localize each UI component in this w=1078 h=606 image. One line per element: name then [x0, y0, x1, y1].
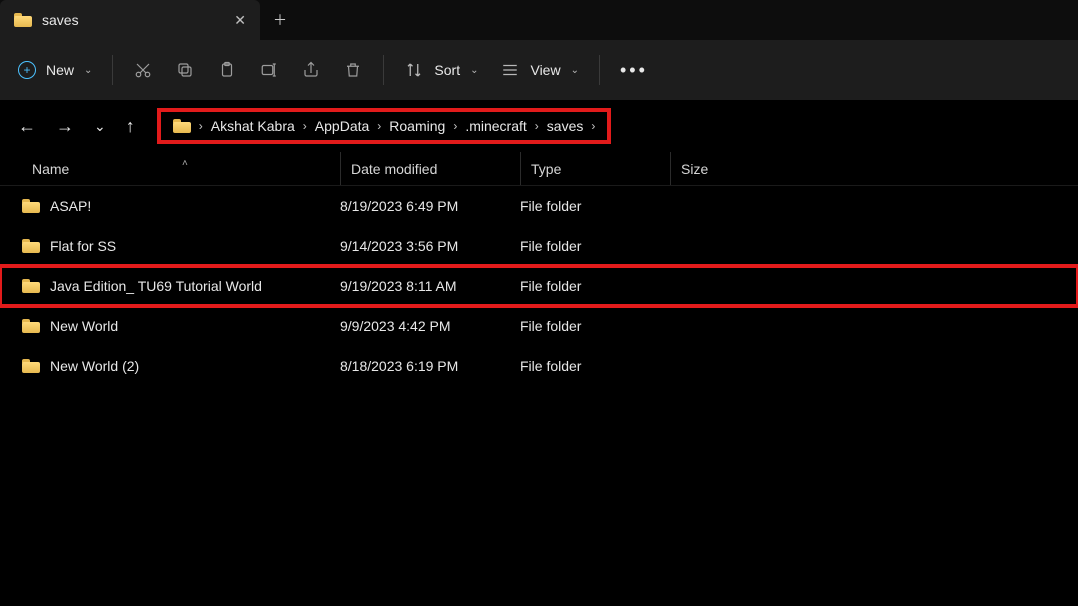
sort-button-label: Sort [434, 62, 460, 78]
column-label: Date modified [351, 161, 437, 177]
column-label: Size [681, 161, 708, 177]
view-icon [500, 60, 520, 80]
file-name: ASAP! [50, 198, 91, 214]
chevron-right-icon: › [199, 119, 203, 133]
breadcrumb-item[interactable]: Akshat Kabra [211, 118, 295, 134]
breadcrumb-label: saves [547, 118, 584, 134]
column-headers: Name ˄ Date modified Type Size [0, 152, 1078, 186]
breadcrumb-label: AppData [315, 118, 369, 134]
table-row[interactable]: New World 9/9/2023 4:42 PMFile folder [0, 306, 1078, 346]
tab-strip: saves ✕ ＋ [0, 0, 1078, 40]
file-type-cell: File folder [520, 198, 670, 214]
folder-icon [22, 239, 40, 253]
chevron-down-icon: ⌄ [470, 65, 478, 76]
rename-icon[interactable] [259, 60, 279, 80]
file-type-cell: File folder [520, 318, 670, 334]
view-button[interactable]: View ⌄ [500, 60, 578, 80]
column-header-name[interactable]: Name ˄ [32, 161, 340, 177]
breadcrumb-item[interactable]: AppData [315, 118, 369, 134]
close-tab-icon[interactable]: ✕ [234, 12, 246, 29]
recent-locations-button[interactable]: ⌄ [94, 118, 106, 135]
breadcrumb-label: Roaming [389, 118, 445, 134]
address-row: ← → ⌄ ↑ › Akshat Kabra › AppData › Roami… [0, 100, 1078, 152]
folder-icon [173, 119, 191, 133]
more-button[interactable]: ••• [620, 60, 648, 81]
breadcrumb-item[interactable]: .minecraft [465, 118, 526, 134]
back-button[interactable]: ← [18, 116, 36, 137]
column-header-date[interactable]: Date modified [340, 152, 520, 185]
new-button-label: New [46, 62, 74, 78]
table-row[interactable]: Java Edition_ TU69 Tutorial World 9/19/20… [0, 266, 1078, 306]
folder-icon [22, 319, 40, 333]
chevron-right-icon: › [535, 119, 539, 133]
file-date-cell: 8/18/2023 6:19 PM [340, 358, 520, 374]
plus-circle-icon: + [18, 61, 36, 79]
file-name: New World [50, 318, 118, 334]
forward-button[interactable]: → [56, 116, 74, 137]
breadcrumb-item[interactable]: Roaming [389, 118, 445, 134]
breadcrumb-label: .minecraft [465, 118, 526, 134]
delete-icon[interactable] [343, 60, 363, 80]
toolbar: + New ⌄ Sort ⌄ [0, 40, 1078, 100]
table-row[interactable]: New World (2) 8/18/2023 6:19 PMFile folde… [0, 346, 1078, 386]
file-name: Flat for SS [50, 238, 116, 254]
file-name-cell: Java Edition_ TU69 Tutorial World [22, 278, 340, 294]
nav-arrows: ← → ⌄ ↑ [18, 116, 143, 137]
folder-icon [14, 13, 32, 27]
file-name: New World (2) [50, 358, 139, 374]
file-name-cell: New World [22, 318, 340, 334]
breadcrumb[interactable]: › Akshat Kabra › AppData › Roaming › .mi… [157, 108, 612, 144]
sort-button[interactable]: Sort ⌄ [404, 60, 478, 80]
table-row[interactable]: ASAP! 8/19/2023 6:49 PMFile folder [0, 186, 1078, 226]
column-label: Type [531, 161, 561, 177]
active-tab[interactable]: saves ✕ [0, 0, 260, 40]
file-date-cell: 9/14/2023 3:56 PM [340, 238, 520, 254]
table-row[interactable]: Flat for SS 9/14/2023 3:56 PMFile folder [0, 226, 1078, 266]
file-date-cell: 9/19/2023 8:11 AM [340, 278, 520, 294]
file-date-cell: 8/19/2023 6:49 PM [340, 198, 520, 214]
breadcrumb-item[interactable]: saves [547, 118, 584, 134]
column-header-size[interactable]: Size [670, 152, 770, 185]
chevron-right-icon: › [377, 119, 381, 133]
paste-icon[interactable] [217, 60, 237, 80]
file-name-cell: ASAP! [22, 198, 340, 214]
view-button-label: View [530, 62, 560, 78]
folder-icon [22, 279, 40, 293]
folder-icon [22, 359, 40, 373]
file-name: Java Edition_ TU69 Tutorial World [50, 278, 262, 294]
folder-icon [22, 199, 40, 213]
chevron-down-icon: ⌄ [84, 65, 92, 76]
new-tab-button[interactable]: ＋ [260, 0, 300, 40]
chevron-right-icon: › [591, 119, 595, 133]
sort-icon [404, 60, 424, 80]
new-button[interactable]: + New ⌄ [18, 61, 92, 79]
file-type-cell: File folder [520, 238, 670, 254]
file-date-cell: 9/9/2023 4:42 PM [340, 318, 520, 334]
column-label: Name [32, 161, 69, 177]
copy-icon[interactable] [175, 60, 195, 80]
share-icon[interactable] [301, 60, 321, 80]
chevron-right-icon: › [453, 119, 457, 133]
plus-icon: ＋ [273, 10, 287, 30]
file-name-cell: Flat for SS [22, 238, 340, 254]
chevron-down-icon: ⌄ [571, 65, 579, 76]
breadcrumb-label: Akshat Kabra [211, 118, 295, 134]
chevron-right-icon: › [303, 119, 307, 133]
sort-ascending-icon: ˄ [182, 158, 188, 169]
file-list: ASAP!8/19/2023 6:49 PMFile folderFlat fo… [0, 186, 1078, 386]
tab-title: saves [42, 12, 79, 28]
column-header-type[interactable]: Type [520, 152, 670, 185]
up-button[interactable]: ↑ [126, 116, 135, 137]
file-type-cell: File folder [520, 278, 670, 294]
file-type-cell: File folder [520, 358, 670, 374]
cut-icon[interactable] [133, 60, 153, 80]
file-name-cell: New World (2) [22, 358, 340, 374]
